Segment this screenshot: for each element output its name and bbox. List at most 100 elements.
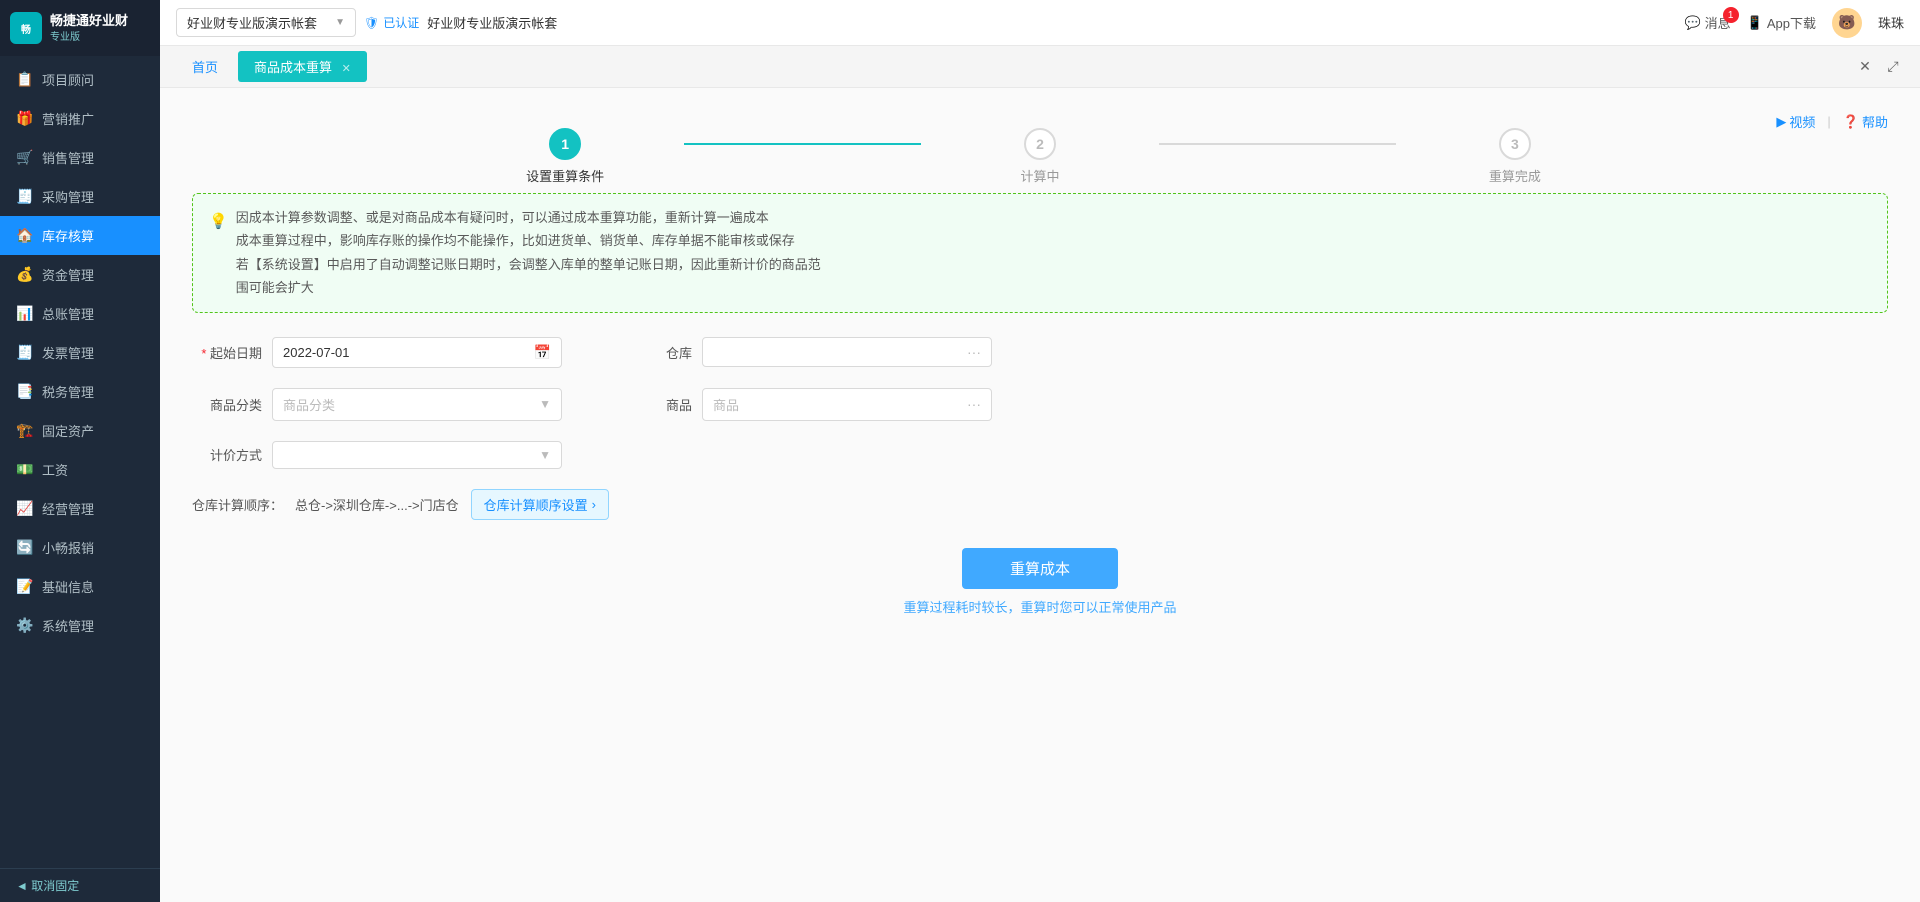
app-download-button[interactable]: 📱 App下载 [1747, 13, 1816, 32]
message-icon: 💬 [1684, 15, 1700, 31]
sidebar-item-project[interactable]: 📋 项目顾问 [0, 60, 160, 99]
project-icon: 📋 [16, 71, 34, 88]
basic-icon: 📝 [16, 578, 34, 595]
sidebar-item-tax[interactable]: 📑 税务管理 [0, 372, 160, 411]
inventory-icon: 🏠 [16, 227, 34, 244]
sidebar-item-purchase[interactable]: 🧾 采购管理 [0, 177, 160, 216]
user-name[interactable]: 珠珠 [1878, 13, 1904, 32]
operations-icon: 📈 [16, 500, 34, 517]
expense-icon: 🔄 [16, 539, 34, 556]
recalc-section: 重算成本 重算过程耗时较长，重算时您可以正常使用产品 [192, 548, 1888, 616]
step-connector-2-3 [1159, 143, 1396, 145]
maximize-window-button[interactable]: ⤢ [1882, 56, 1904, 78]
step-connector-1-2 [684, 143, 921, 145]
sidebar-item-finance[interactable]: 💰 资金管理 [0, 255, 160, 294]
account-arrow-icon: ▼ [335, 17, 345, 28]
info-line-4: 围可能会扩大 [236, 276, 821, 299]
info-box: 💡 因成本计算参数调整、或是对商品成本有疑问时，可以通过成本重算功能，重新计算一… [192, 193, 1888, 313]
recalc-button[interactable]: 重算成本 [962, 548, 1118, 589]
warehouse-order-settings-button[interactable]: 仓库计算顺序设置 › [471, 489, 609, 520]
sales-icon: 🛒 [16, 149, 34, 166]
app-edition: 专业版 [50, 28, 128, 43]
sidebar-item-expense[interactable]: 🔄 小畅报销 [0, 528, 160, 567]
phone-icon: 📱 [1747, 15, 1763, 31]
accounting-icon: 📊 [16, 305, 34, 322]
calendar-icon: 📅 [534, 344, 551, 361]
sidebar-item-marketing[interactable]: 🎁 营销推广 [0, 99, 160, 138]
assets-icon: 🏗️ [16, 422, 34, 439]
tabs-bar: 首页 商品成本重算 ✕ ✕ ⤢ [160, 46, 1920, 88]
sidebar-item-invoice[interactable]: 🧾 发票管理 [0, 333, 160, 372]
sidebar-item-inventory[interactable]: 🏠 库存核算 [0, 216, 160, 255]
main-area: 好业财专业版演示帐套 ▼ 🛡 已认证 好业财专业版演示帐套 💬 消息 1 📱 A… [160, 0, 1920, 902]
warehouse-order-value: 总仓->深圳仓库->...->门店仓 [295, 495, 459, 514]
sidebar-item-operations[interactable]: 📈 经营管理 [0, 489, 160, 528]
app-logo: 畅 [10, 12, 42, 44]
step-label-2: 计算中 [1020, 166, 1059, 185]
avatar[interactable]: 🐻 [1832, 8, 1862, 38]
shield-icon: 🛡 [364, 16, 379, 30]
info-line-1: 因成本计算参数调整、或是对商品成本有疑问时，可以通过成本重算功能，重新计算一遍成… [236, 206, 821, 229]
category-select[interactable]: 商品分类 ▼ [272, 388, 562, 421]
tab-recalc[interactable]: 商品成本重算 ✕ [238, 51, 367, 82]
step-2: 2 计算中 [921, 128, 1158, 185]
topbar-right: 💬 消息 1 📱 App下载 🐻 珠珠 [1684, 8, 1904, 38]
close-window-button[interactable]: ✕ [1854, 56, 1876, 78]
message-badge: 1 [1723, 7, 1739, 23]
chevron-right-icon: › [592, 497, 596, 512]
app-name: 畅捷通好业财 [50, 13, 128, 29]
warehouse-order-row: 仓库计算顺序： 总仓->深圳仓库->...->门店仓 仓库计算顺序设置 › [192, 489, 1888, 520]
step-circle-2: 2 [1024, 128, 1056, 160]
sidebar-item-system[interactable]: ⚙️ 系统管理 [0, 606, 160, 645]
step-1: 1 设置重算条件 [446, 128, 683, 185]
step-3: 3 重算完成 [1396, 128, 1633, 185]
unpin-button[interactable]: ◄ 取消固定 [0, 868, 160, 902]
invoice-icon: 🧾 [16, 344, 34, 361]
message-button[interactable]: 💬 消息 1 [1684, 13, 1730, 32]
sidebar-item-assets[interactable]: 🏗️ 固定资产 [0, 411, 160, 450]
sidebar-item-basic[interactable]: 📝 基础信息 [0, 567, 160, 606]
account-name: 好业财专业版演示帐套 [187, 13, 317, 32]
product-input[interactable]: 商品 ··· [702, 388, 992, 421]
account-selector[interactable]: 好业财专业版演示帐套 ▼ [176, 8, 356, 37]
step-label-3: 重算完成 [1489, 166, 1541, 185]
tab-home[interactable]: 首页 [176, 51, 234, 82]
category-label: 商品分类 [192, 395, 262, 414]
product-more-icon: ··· [967, 396, 981, 412]
warehouse-label: 仓库 [622, 343, 692, 362]
page-content: ▶ 视频 | ❓ 帮助 1 设置重算条件 2 计算中 [160, 88, 1920, 902]
pricing-select[interactable]: ▼ [272, 441, 562, 469]
help-link[interactable]: ❓ 帮助 [1843, 112, 1888, 131]
step-label-1: 设置重算条件 [526, 166, 604, 185]
sidebar-nav: 📋 项目顾问 🎁 营销推广 🛒 销售管理 🧾 采购管理 🏠 库存核算 💰 资金管… [0, 56, 160, 868]
pricing-row: 计价方式 ▼ [192, 441, 562, 469]
form-grid: 起始日期 2022-07-01 📅 仓库 ··· [192, 337, 992, 469]
video-link[interactable]: ▶ 视频 [1776, 112, 1815, 131]
finance-icon: 💰 [16, 266, 34, 283]
purchase-icon: 🧾 [16, 188, 34, 205]
tab-close-icon[interactable]: ✕ [342, 63, 351, 75]
info-line-2: 成本重算过程中，影响库存账的操作均不能操作，比如进货单、销货单、库存单据不能审核… [236, 229, 821, 252]
topbar: 好业财专业版演示帐套 ▼ 🛡 已认证 好业财专业版演示帐套 💬 消息 1 📱 A… [160, 0, 1920, 46]
step-circle-1: 1 [549, 128, 581, 160]
tax-icon: 📑 [16, 383, 34, 400]
warehouse-order-label: 仓库计算顺序： [192, 495, 283, 514]
system-icon: ⚙️ [16, 617, 34, 634]
play-icon: ▶ [1776, 114, 1786, 130]
warehouse-row: 仓库 ··· [622, 337, 992, 368]
warehouse-input[interactable]: ··· [702, 337, 992, 367]
verified-badge: 🛡 已认证 [364, 14, 419, 31]
sidebar-item-sales[interactable]: 🛒 销售管理 [0, 138, 160, 177]
payroll-icon: 💵 [16, 461, 34, 478]
steps-container: 1 设置重算条件 2 计算中 3 重算完成 [446, 112, 1633, 193]
step-circle-3: 3 [1499, 128, 1531, 160]
warehouse-more-icon: ··· [967, 344, 981, 360]
sidebar-item-payroll[interactable]: 💵 工资 [0, 450, 160, 489]
start-date-input[interactable]: 2022-07-01 📅 [272, 337, 562, 368]
start-date-label: 起始日期 [192, 343, 262, 362]
start-date-row: 起始日期 2022-07-01 📅 [192, 337, 562, 368]
company-name: 好业财专业版演示帐套 [427, 13, 557, 32]
pricing-arrow-icon: ▼ [539, 448, 551, 462]
sidebar-header: 畅 畅捷通好业财 专业版 [0, 0, 160, 56]
sidebar-item-accounting[interactable]: 📊 总账管理 [0, 294, 160, 333]
